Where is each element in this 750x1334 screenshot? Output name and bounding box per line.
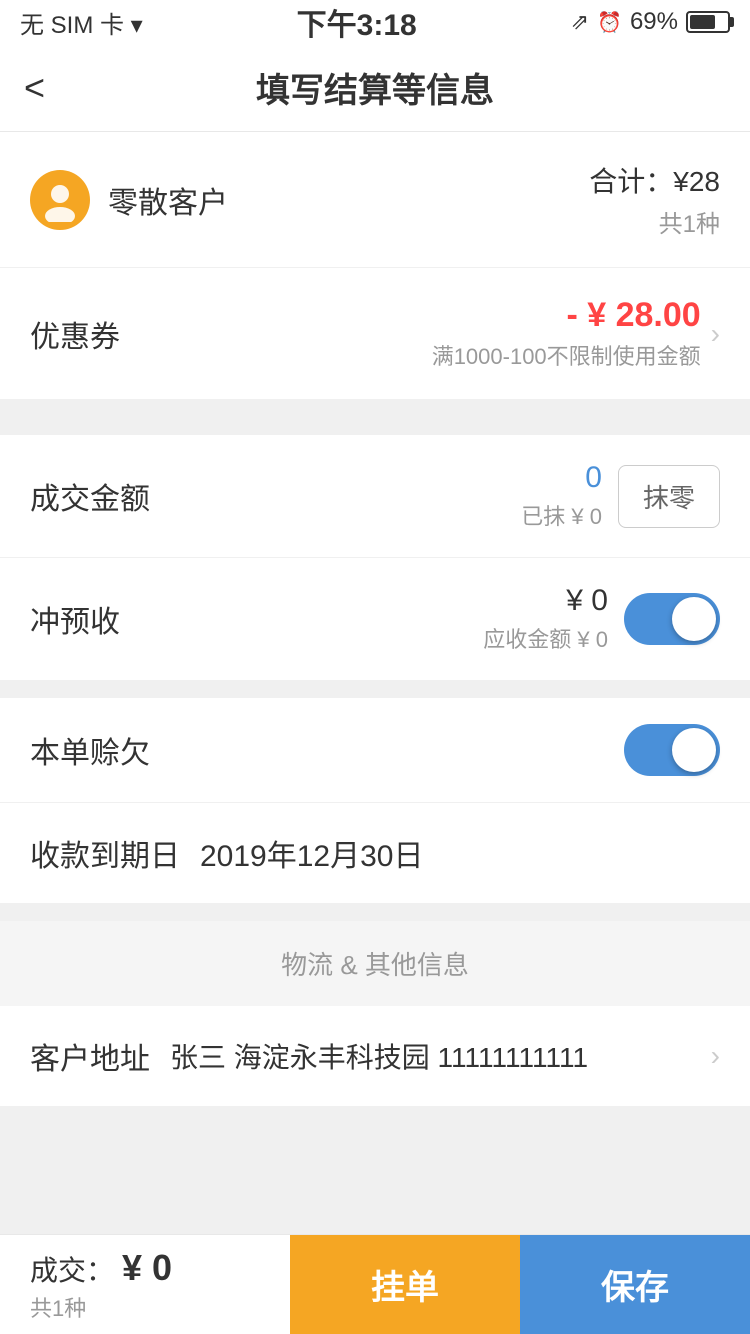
status-time: 下午3:18 (297, 0, 417, 44)
customer-row: 零散客户 合计：¥28 共1种 (0, 132, 750, 267)
transaction-sub: 已抹 ¥ 0 (521, 499, 602, 531)
debt-toggle-knob (672, 728, 716, 772)
bottom-summary-row: 成交： ¥ 0 (30, 1247, 260, 1289)
bottom-summary-count: 共1种 (30, 1291, 260, 1323)
page-title: 填写结算等信息 (256, 63, 494, 112)
coupon-label: 优惠券 (30, 312, 120, 356)
back-button[interactable]: < (24, 67, 45, 109)
toggle-knob (672, 597, 716, 641)
bottom-summary-amount: ¥ 0 (122, 1247, 172, 1289)
status-bar: 无 SIM 卡 ▾ 下午3:18 ⇗ ⏰ 69% (0, 0, 750, 44)
coupon-row[interactable]: 优惠券 - ¥ 28.00 满1000-100不限制使用金额 › (0, 267, 750, 399)
alarm-icon: ⏰ (597, 10, 622, 35)
logistics-title: 物流 & 其他信息 (281, 950, 469, 980)
prepayment-label: 冲预收 (30, 597, 120, 641)
prepayment-sub: 应收金额 ¥ 0 (483, 622, 608, 654)
customer-total: 合计：¥28 (589, 160, 720, 200)
bottom-bar: 成交： ¥ 0 共1种 挂单 保存 (0, 1234, 750, 1334)
address-label: 客户地址 (30, 1034, 150, 1078)
save-button[interactable]: 保存 (520, 1235, 750, 1334)
coupon-desc: 满1000-100不限制使用金额 (432, 339, 701, 371)
transaction-value: 0 (521, 461, 602, 495)
prepayment-value-col: ¥ 0 应收金额 ¥ 0 (483, 584, 608, 654)
avatar (30, 170, 90, 230)
nav-bar: < 填写结算等信息 (0, 44, 750, 132)
location-icon: ⇗ (571, 9, 589, 35)
coupon-info: - ¥ 28.00 满1000-100不限制使用金额 (432, 296, 701, 371)
bottom-summary: 成交： ¥ 0 共1种 (0, 1247, 290, 1323)
divider-2 (0, 680, 750, 698)
round-zero-button[interactable]: 抹零 (618, 465, 720, 528)
battery-percent: 69% (630, 8, 678, 36)
logistics-header: 物流 & 其他信息 (0, 921, 750, 1006)
customer-right: 合计：¥28 共1种 (589, 160, 720, 239)
prepayment-toggle[interactable] (624, 593, 720, 645)
hold-button[interactable]: 挂单 (290, 1235, 520, 1334)
debt-label: 本单赊欠 (30, 728, 150, 772)
debt-section: 本单赊欠 收款到期日 2019年12月30日 (0, 698, 750, 903)
bottom-summary-prefix: 成交： (30, 1249, 114, 1289)
address-row[interactable]: 客户地址 张三 海淀永丰科技园 11111111111 › (0, 1006, 750, 1106)
transaction-section: 成交金额 0 已抹 ¥ 0 抹零 冲预收 ¥ 0 应收金额 ¥ 0 (0, 435, 750, 680)
due-date-label: 收款到期日 (30, 831, 180, 875)
transaction-right: 0 已抹 ¥ 0 抹零 (521, 461, 720, 531)
debt-toggle[interactable] (624, 724, 720, 776)
debt-right (624, 724, 720, 776)
divider-3 (0, 903, 750, 921)
chevron-right-icon: › (711, 318, 720, 350)
prepayment-right: ¥ 0 应收金额 ¥ 0 (483, 584, 720, 654)
status-right: ⇗ ⏰ 69% (571, 8, 730, 36)
transaction-row: 成交金额 0 已抹 ¥ 0 抹零 (0, 435, 750, 558)
customer-section: 零散客户 合计：¥28 共1种 优惠券 - ¥ 28.00 满1000-100不… (0, 132, 750, 399)
prepayment-row: 冲预收 ¥ 0 应收金额 ¥ 0 (0, 558, 750, 680)
status-left: 无 SIM 卡 ▾ (20, 5, 143, 40)
customer-count: 共1种 (589, 204, 720, 239)
coupon-right: - ¥ 28.00 满1000-100不限制使用金额 › (432, 296, 720, 371)
transaction-label: 成交金额 (30, 474, 150, 518)
battery-icon (686, 11, 730, 33)
due-date-value[interactable]: 2019年12月30日 (200, 831, 423, 875)
address-section: 客户地址 张三 海淀永丰科技园 11111111111 › (0, 1006, 750, 1106)
divider-1 (0, 417, 750, 435)
customer-left: 零散客户 (30, 170, 228, 230)
prepayment-amount: ¥ 0 (483, 584, 608, 618)
customer-name: 零散客户 (108, 178, 228, 222)
debt-row: 本单赊欠 (0, 698, 750, 803)
sim-label: 无 SIM 卡 ▾ (20, 5, 143, 40)
coupon-amount: - ¥ 28.00 (432, 296, 701, 335)
due-date-row: 收款到期日 2019年12月30日 (0, 803, 750, 903)
transaction-value-col: 0 已抹 ¥ 0 (521, 461, 602, 531)
address-chevron-icon: › (711, 1040, 720, 1072)
address-value: 张三 海淀永丰科技园 11111111111 (170, 1036, 711, 1076)
